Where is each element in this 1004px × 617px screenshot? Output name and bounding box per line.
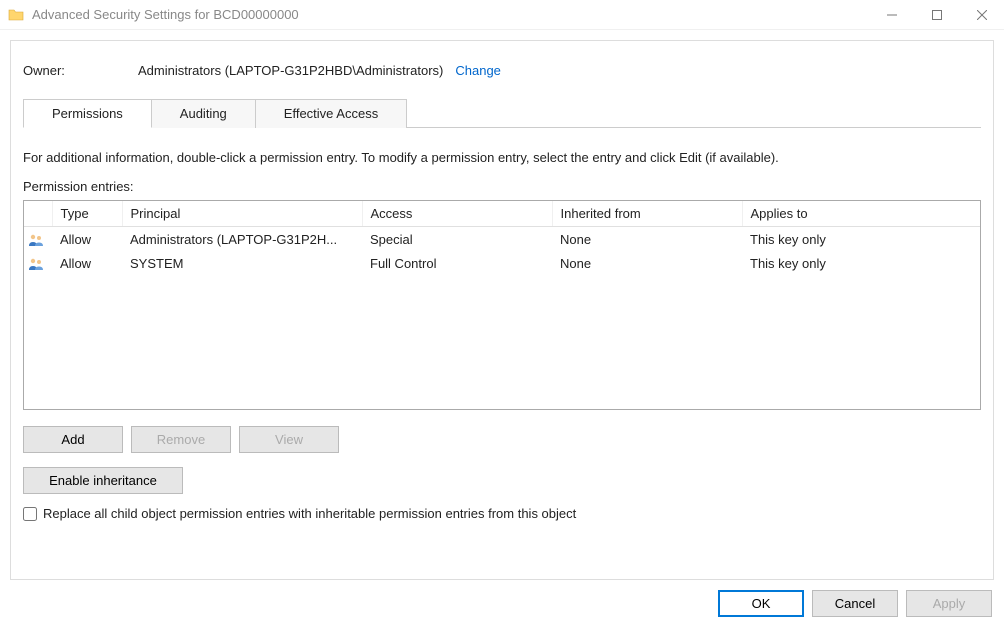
column-header-inherited[interactable]: Inherited from [552,201,742,227]
minimize-button[interactable] [869,0,914,30]
column-header-type[interactable]: Type [52,201,122,227]
entries-label: Permission entries: [23,179,981,194]
view-button[interactable]: View [239,426,339,453]
tab-effective-access[interactable]: Effective Access [256,99,407,128]
cell-type: Allow [52,252,122,277]
owner-change-link[interactable]: Change [455,63,501,78]
replace-inheritable-checkbox-row[interactable]: Replace all child object permission entr… [23,506,981,521]
users-icon [28,256,44,272]
content-area: Owner: Administrators (LAPTOP-G31P2HBD\A… [0,30,1004,580]
cell-access: Special [362,227,552,252]
tab-permissions[interactable]: Permissions [23,99,152,128]
column-header-access[interactable]: Access [362,201,552,227]
apply-button[interactable]: Apply [906,590,992,617]
cancel-button[interactable]: Cancel [812,590,898,617]
cell-access: Full Control [362,252,552,277]
table-row[interactable]: Allow Administrators (LAPTOP-G31P2H... S… [24,227,980,252]
column-header-icon[interactable] [24,201,52,227]
window-title: Advanced Security Settings for BCD000000… [32,7,869,22]
permission-entries-table: Type Principal Access Inherited from App… [23,200,981,410]
cell-inherited: None [552,252,742,277]
cell-principal: Administrators (LAPTOP-G31P2H... [122,227,362,252]
table-header-row: Type Principal Access Inherited from App… [24,201,980,227]
advanced-security-window: Advanced Security Settings for BCD000000… [0,0,1004,617]
table-row[interactable]: Allow SYSTEM Full Control None This key … [24,252,980,277]
maximize-button[interactable] [914,0,959,30]
cell-principal: SYSTEM [122,252,362,277]
owner-label: Owner: [23,63,138,78]
replace-inheritable-checkbox[interactable] [23,507,37,521]
titlebar: Advanced Security Settings for BCD000000… [0,0,1004,30]
remove-button[interactable]: Remove [131,426,231,453]
replace-inheritable-label: Replace all child object permission entr… [43,506,576,521]
owner-value: Administrators (LAPTOP-G31P2HBD\Administ… [138,63,443,78]
cell-type: Allow [52,227,122,252]
tabs: Permissions Auditing Effective Access [23,98,981,128]
cell-applies: This key only [742,252,980,277]
column-header-applies[interactable]: Applies to [742,201,980,227]
add-button[interactable]: Add [23,426,123,453]
cell-applies: This key only [742,227,980,252]
entry-buttons: Add Remove View [23,426,981,453]
cell-inherited: None [552,227,742,252]
column-header-principal[interactable]: Principal [122,201,362,227]
users-icon [28,232,44,248]
close-button[interactable] [959,0,1004,30]
tab-auditing[interactable]: Auditing [152,99,256,128]
owner-row: Owner: Administrators (LAPTOP-G31P2HBD\A… [23,63,981,78]
dialog-footer: OK Cancel Apply [0,580,1004,617]
folder-icon [8,7,24,23]
inner-panel: Owner: Administrators (LAPTOP-G31P2HBD\A… [10,40,994,580]
ok-button[interactable]: OK [718,590,804,617]
enable-inheritance-button[interactable]: Enable inheritance [23,467,183,494]
instruction-text: For additional information, double-click… [23,150,981,165]
